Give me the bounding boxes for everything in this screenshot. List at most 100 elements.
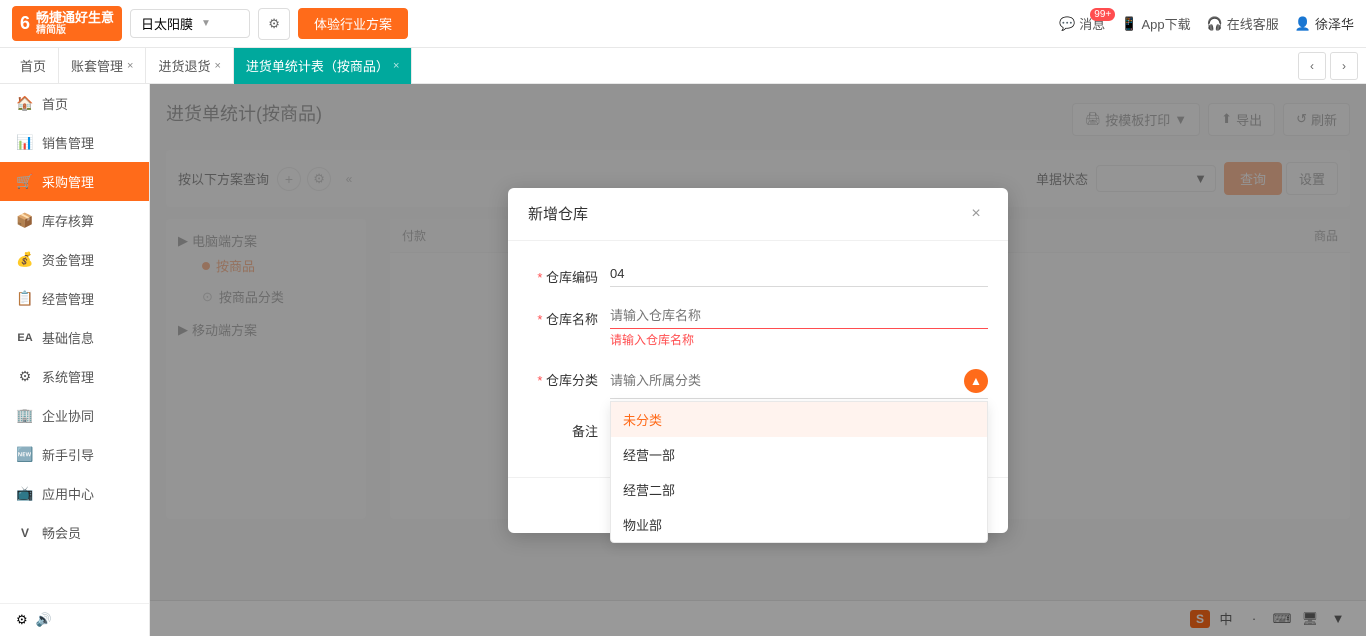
sidebar-item-guide[interactable]: 🆕 新手引导	[0, 435, 149, 474]
name-input[interactable]	[610, 303, 988, 329]
main-layout: 🏠 首页 📊 销售管理 🛒 采购管理 📦 库存核算 💰 资金管理 📋 经营管理 …	[0, 84, 1366, 636]
tab-purchase-return-label: 进货退货	[158, 56, 210, 75]
category-field-wrap: ▲ 未分类 经营一部 经营二部 物业部	[610, 364, 988, 399]
code-label: 仓库编码	[528, 261, 598, 286]
form-row-code: 仓库编码	[528, 261, 988, 287]
category-input[interactable]	[610, 373, 964, 388]
basic-icon: EA	[16, 332, 34, 344]
purchase-icon: 🛒	[16, 173, 34, 190]
online-service-label: 在线客服	[1227, 14, 1279, 33]
inventory-icon: 📦	[16, 212, 34, 229]
member-icon: V	[16, 526, 34, 540]
tab-purchase-stats[interactable]: 进货单统计表（按商品） ×	[234, 48, 412, 84]
tab-accounts[interactable]: 账套管理 ×	[59, 48, 146, 84]
sidebar-item-finance-label: 资金管理	[42, 250, 94, 269]
logo-main: 畅捷通好生意	[36, 10, 114, 26]
tab-purchase-stats-close[interactable]: ×	[393, 60, 399, 72]
name-error-msg: 请输入仓库名称	[610, 331, 988, 348]
name-label: 仓库名称	[528, 303, 598, 328]
apps-icon: 📺	[16, 485, 34, 502]
user-menu[interactable]: 👤 徐泽华	[1295, 14, 1354, 33]
content-area: 进货单统计(按商品) 🖨 按模板打印 ▼ ⬆ 导出 ↺ 刷新	[150, 84, 1366, 636]
logo-icon: 6	[20, 13, 30, 34]
dropdown-item-unclassified[interactable]: 未分类	[611, 402, 987, 437]
message-button[interactable]: 💬 消息 99+	[1059, 14, 1105, 33]
logo-area: 6 畅捷通好生意 精简版	[12, 6, 122, 42]
header-right: 💬 消息 99+ 📱 App下载 🎧 在线客服 👤 徐泽华	[1059, 14, 1354, 33]
sidebar-item-inventory-label: 库存核算	[42, 211, 94, 230]
sidebar-item-member[interactable]: V 畅会员	[0, 513, 149, 552]
dropdown-item-property[interactable]: 物业部	[611, 507, 987, 542]
sales-icon: 📊	[16, 134, 34, 151]
sidebar-item-purchase[interactable]: 🛒 采购管理	[0, 162, 149, 201]
code-input[interactable]	[610, 261, 988, 287]
tab-accounts-close[interactable]: ×	[127, 60, 133, 72]
category-select[interactable]: ▲	[610, 364, 988, 399]
tab-bar: 首页 账套管理 × 进货退货 × 进货单统计表（按商品） × ‹ ›	[0, 48, 1366, 84]
sidebar-item-inventory[interactable]: 📦 库存核算	[0, 201, 149, 240]
name-field-wrap: 请输入仓库名称	[610, 303, 988, 348]
message-badge: 99+	[1090, 8, 1115, 21]
modal-close-button[interactable]: ×	[964, 202, 988, 226]
trial-button[interactable]: 体验行业方案	[298, 8, 408, 39]
tab-purchase-return-close[interactable]: ×	[214, 60, 220, 72]
tab-home-label: 首页	[20, 56, 46, 75]
category-dropdown: 未分类 经营一部 经营二部 物业部	[610, 401, 988, 543]
chevron-down-icon: ▼	[201, 18, 211, 29]
user-name: 徐泽华	[1315, 14, 1354, 33]
sidebar-item-purchase-label: 采购管理	[42, 172, 94, 191]
tab-prev-button[interactable]: ‹	[1298, 52, 1326, 80]
form-row-category: 仓库分类 ▲ 未分类 经营一部 经营二部 物业部	[528, 364, 988, 399]
tab-purchase-stats-label: 进货单统计表（按商品）	[246, 56, 389, 75]
category-chevron-up-icon[interactable]: ▲	[964, 369, 988, 393]
app-download-label: App下载	[1141, 14, 1190, 33]
sidebar-item-operation[interactable]: 📋 经营管理	[0, 279, 149, 318]
sidebar-item-finance[interactable]: 💰 资金管理	[0, 240, 149, 279]
modal-body: 仓库编码 仓库名称 请输入仓库名称	[508, 241, 1008, 477]
sidebar-item-home-label: 首页	[42, 94, 68, 113]
tab-next-button[interactable]: ›	[1330, 52, 1358, 80]
sidebar-item-sales-label: 销售管理	[42, 133, 94, 152]
sidebar-item-guide-label: 新手引导	[42, 445, 94, 464]
sidebar-item-basic[interactable]: EA 基础信息	[0, 318, 149, 357]
operation-icon: 📋	[16, 290, 34, 307]
phone-icon: 📱	[1121, 16, 1137, 32]
tab-accounts-label: 账套管理	[71, 56, 123, 75]
settings-icon[interactable]: ⚙	[16, 612, 28, 628]
store-name: 日太阳膜	[141, 14, 193, 33]
sidebar-item-system-label: 系统管理	[42, 367, 94, 386]
sidebar-item-member-label: 畅会员	[42, 523, 81, 542]
headset-icon: 🎧	[1207, 16, 1223, 32]
dropdown-item-dept1[interactable]: 经营一部	[611, 437, 987, 472]
sidebar-item-operation-label: 经营管理	[42, 289, 94, 308]
sidebar: 🏠 首页 📊 销售管理 🛒 采购管理 📦 库存核算 💰 资金管理 📋 经营管理 …	[0, 84, 150, 636]
settings-button[interactable]: ⚙	[258, 8, 290, 40]
sidebar-item-home[interactable]: 🏠 首页	[0, 84, 149, 123]
notes-label: 备注	[528, 415, 598, 440]
dropdown-item-dept2[interactable]: 经营二部	[611, 472, 987, 507]
gear-icon: ⚙	[268, 16, 280, 32]
volume-icon[interactable]: 🔊	[36, 612, 52, 628]
code-field-wrap	[610, 261, 988, 287]
sidebar-item-apps-label: 应用中心	[42, 484, 94, 503]
sidebar-item-apps[interactable]: 📺 应用中心	[0, 474, 149, 513]
sidebar-item-sales[interactable]: 📊 销售管理	[0, 123, 149, 162]
finance-icon: 💰	[16, 251, 34, 268]
tab-purchase-return[interactable]: 进货退货 ×	[146, 48, 233, 84]
logo-text: 畅捷通好生意 精简版	[36, 10, 114, 38]
user-icon: 👤	[1295, 16, 1311, 32]
sidebar-item-system[interactable]: ⚙ 系统管理	[0, 357, 149, 396]
tab-home[interactable]: 首页	[8, 48, 59, 84]
sidebar-item-enterprise[interactable]: 🏢 企业协同	[0, 396, 149, 435]
tab-nav-buttons: ‹ ›	[1298, 52, 1358, 80]
form-row-name: 仓库名称 请输入仓库名称	[528, 303, 988, 348]
modal-header: 新增仓库 ×	[508, 188, 1008, 241]
guide-icon: 🆕	[16, 446, 34, 463]
new-warehouse-modal: 新增仓库 × 仓库编码 仓库名称	[508, 188, 1008, 533]
sidebar-item-enterprise-label: 企业协同	[42, 406, 94, 425]
app-download-button[interactable]: 📱 App下载	[1121, 14, 1190, 33]
online-service-button[interactable]: 🎧 在线客服	[1207, 14, 1279, 33]
sidebar-bottom: ⚙ 🔊	[0, 603, 149, 636]
system-icon: ⚙	[16, 368, 34, 385]
store-selector[interactable]: 日太阳膜 ▼	[130, 9, 250, 38]
